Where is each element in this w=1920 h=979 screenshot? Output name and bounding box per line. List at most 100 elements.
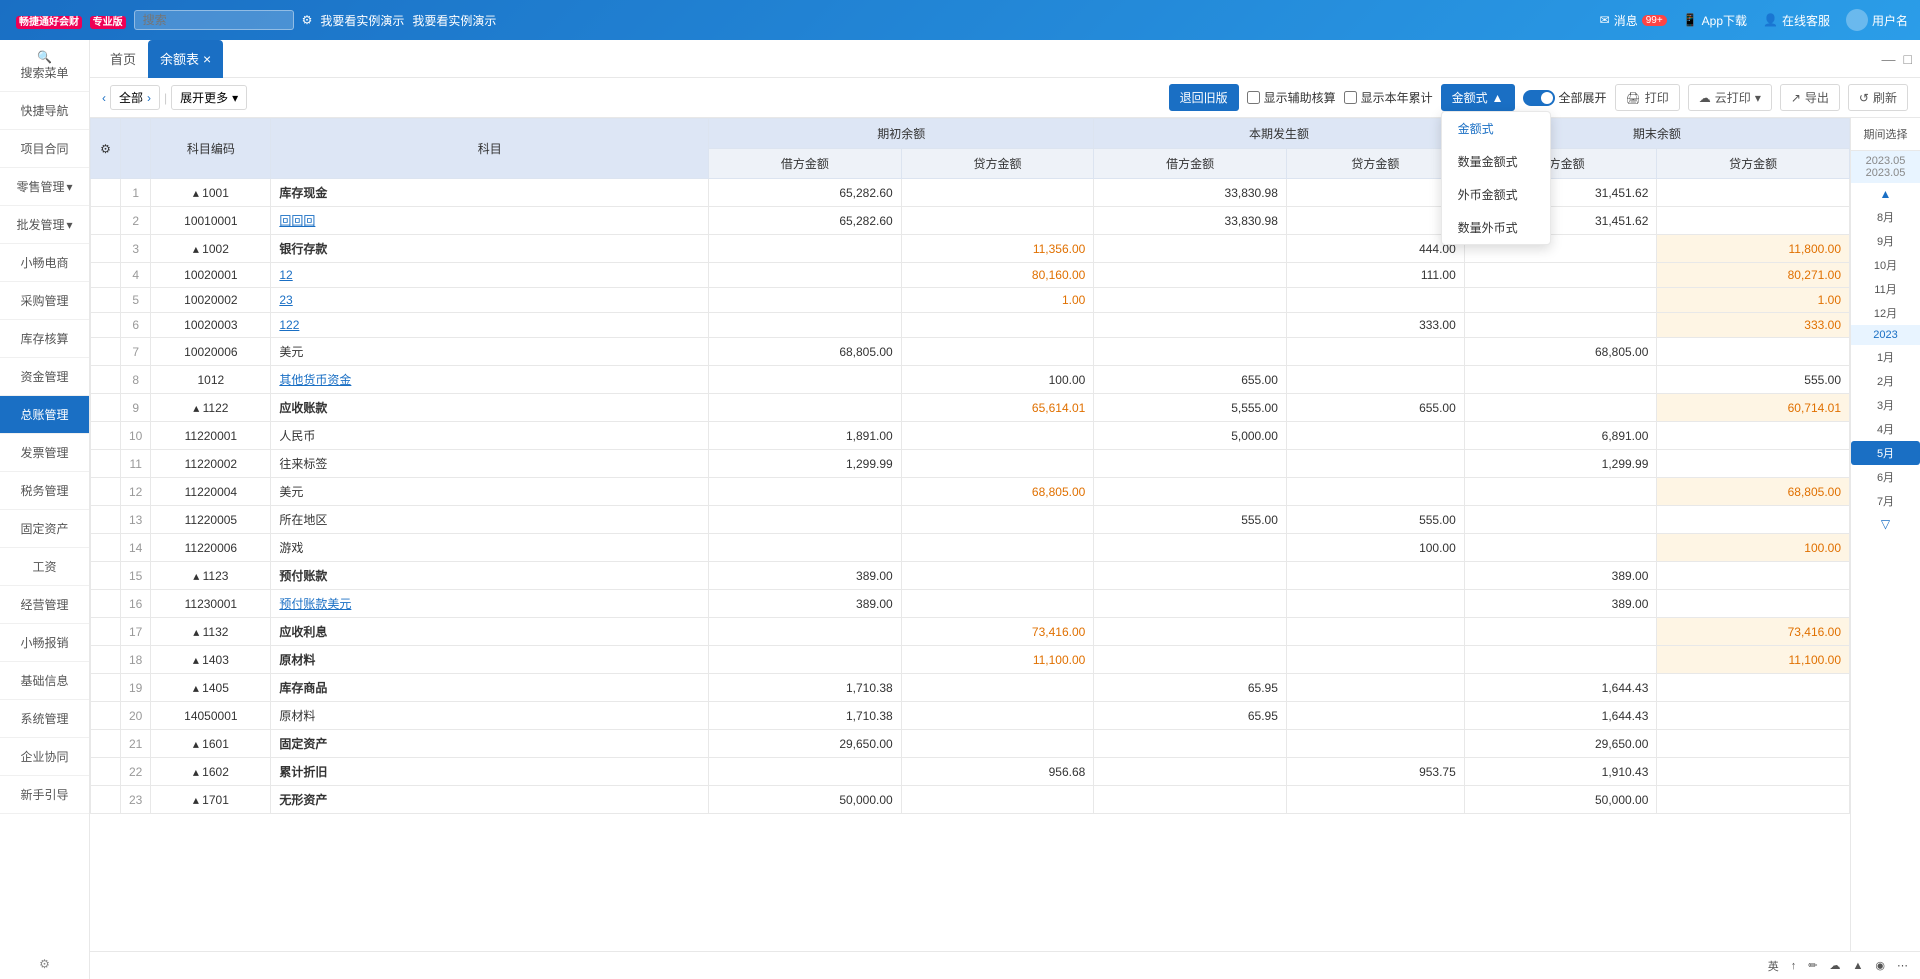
ob-debit-cell: 389.00 bbox=[709, 590, 902, 618]
tab-home[interactable]: 首页 bbox=[98, 40, 148, 78]
sidebar-item-expense[interactable]: 小畅报销 bbox=[0, 624, 89, 662]
sidebar-item-search[interactable]: 🔍 搜索菜单 bbox=[0, 40, 89, 92]
sidebar-item-project[interactable]: 项目合同 bbox=[0, 130, 89, 168]
nav-back-icon[interactable]: ‹ bbox=[102, 91, 106, 105]
curr-credit-cell bbox=[1286, 646, 1464, 674]
account-link[interactable]: 23 bbox=[279, 293, 292, 307]
ob-debit-cell: 1,891.00 bbox=[709, 422, 902, 450]
user-btn[interactable]: 用户名 bbox=[1846, 9, 1908, 31]
table-row: 20 14050001 原材料 1,710.38 65.95 1,644.43 bbox=[91, 702, 1850, 730]
dropdown-item-qty-forex[interactable]: 数量外币式 bbox=[1442, 211, 1550, 244]
date-11[interactable]: 11月 bbox=[1851, 277, 1920, 301]
sidebar-item-inventory[interactable]: 库存核算 bbox=[0, 320, 89, 358]
service-label: 在线客服 bbox=[1782, 12, 1830, 29]
row-settings bbox=[91, 618, 121, 646]
dropdown-item-forex-amount[interactable]: 外币金额式 bbox=[1442, 178, 1550, 211]
sidebar-inventory-label: 库存核算 bbox=[4, 330, 85, 347]
sidebar-item-wholesale[interactable]: 批发管理 ▾ bbox=[0, 206, 89, 244]
sidebar-item-invoice[interactable]: 发票管理 bbox=[0, 434, 89, 472]
date-year-2023[interactable]: 2023 bbox=[1851, 325, 1920, 345]
tab-maximize-btn[interactable]: □ bbox=[1904, 51, 1912, 67]
ob-debit-col-header: 借方金额 bbox=[709, 149, 902, 179]
app-download-btn[interactable]: 📱 App下载 bbox=[1683, 12, 1747, 29]
sidebar-item-purchase[interactable]: 采购管理 bbox=[0, 282, 89, 320]
lang-icon[interactable]: 英 bbox=[1768, 958, 1779, 974]
amount-mode-dropdown[interactable]: 金额式 ▲ 金额式 数量金额式 外币金额式 数量外币式 bbox=[1441, 84, 1515, 111]
refresh-btn[interactable]: ↺ 刷新 bbox=[1848, 84, 1908, 111]
sidebar-item-ledger[interactable]: 总账管理 bbox=[0, 396, 89, 434]
account-name-cell: 库存商品 bbox=[271, 674, 709, 702]
expand-more-btn[interactable]: 展开更多 ▾ bbox=[171, 85, 247, 110]
show-ytd-checkbox[interactable]: 显示本年累计 bbox=[1344, 89, 1433, 106]
date-7[interactable]: 7月 bbox=[1851, 489, 1920, 513]
ob-credit-cell bbox=[901, 313, 1094, 338]
cloud-print-btn[interactable]: ☁ 云打印 ▾ bbox=[1688, 84, 1772, 111]
eb-credit-cell bbox=[1657, 338, 1850, 366]
tab-minimize-btn[interactable]: — bbox=[1882, 51, 1896, 67]
more-icon[interactable]: ⋯ bbox=[1897, 959, 1908, 972]
cloud-sync-icon[interactable]: ☁ bbox=[1830, 959, 1841, 972]
sidebar-item-payroll[interactable]: 工资 bbox=[0, 548, 89, 586]
all-btn[interactable]: 全部 › bbox=[110, 85, 160, 110]
date-8[interactable]: 8月 bbox=[1851, 205, 1920, 229]
sidebar-item-guide[interactable]: 新手引导 bbox=[0, 776, 89, 814]
show-aux-checkbox[interactable]: 显示辅助核算 bbox=[1247, 89, 1336, 106]
tab-close-btn[interactable]: × bbox=[203, 51, 211, 67]
account-code-cell: ▴ 1403 bbox=[151, 646, 271, 674]
sidebar-item-retail[interactable]: 零售管理 ▾ bbox=[0, 168, 89, 206]
eb-credit-cell bbox=[1657, 422, 1850, 450]
date-5[interactable]: 5月 bbox=[1851, 441, 1920, 465]
show-ytd-input[interactable] bbox=[1344, 91, 1357, 104]
account-link[interactable]: 回回回 bbox=[279, 214, 315, 228]
demo-link[interactable]: 我要看实例演示 bbox=[320, 12, 404, 29]
expand-all-toggle[interactable] bbox=[1523, 90, 1555, 106]
sidebar-settings-btn[interactable]: ⚙ bbox=[0, 949, 89, 979]
sidebar-item-system[interactable]: 系统管理 bbox=[0, 700, 89, 738]
date-9[interactable]: 9月 bbox=[1851, 229, 1920, 253]
return-old-btn[interactable]: 退回旧版 bbox=[1169, 84, 1239, 111]
triangle-icon[interactable]: ▲ bbox=[1853, 960, 1864, 972]
row-settings bbox=[91, 313, 121, 338]
account-code-cell: 11220006 bbox=[151, 534, 271, 562]
tab-balance[interactable]: 余额表 × bbox=[148, 40, 223, 78]
sidebar-item-quicknav[interactable]: 快捷导航 bbox=[0, 92, 89, 130]
online-service-btn[interactable]: 👤 在线客服 bbox=[1763, 12, 1830, 29]
account-link[interactable]: 122 bbox=[279, 318, 299, 332]
account-link[interactable]: 12 bbox=[279, 268, 292, 282]
message-btn[interactable]: ✉ 消息 99+ bbox=[1600, 12, 1667, 29]
account-link[interactable]: 其他货币资金 bbox=[279, 373, 351, 387]
date-10[interactable]: 10月 bbox=[1851, 253, 1920, 277]
export-btn[interactable]: ↗ 导出 bbox=[1780, 84, 1840, 111]
circle-icon[interactable]: ◉ bbox=[1875, 959, 1885, 972]
sidebar-item-base[interactable]: 基础信息 bbox=[0, 662, 89, 700]
upload-icon[interactable]: ↑ bbox=[1791, 960, 1797, 972]
date-4[interactable]: 4月 bbox=[1851, 417, 1920, 441]
account-name-cell: 12 bbox=[271, 263, 709, 288]
date-down-nav[interactable]: ▽ bbox=[1851, 513, 1920, 535]
date-2[interactable]: 2月 bbox=[1851, 369, 1920, 393]
settings-icon[interactable]: ⚙ bbox=[302, 13, 313, 27]
date-6[interactable]: 6月 bbox=[1851, 465, 1920, 489]
sidebar-item-ops[interactable]: 经营管理 bbox=[0, 586, 89, 624]
table-row: 13 11220005 所在地区 555.00 555.00 bbox=[91, 506, 1850, 534]
date-12[interactable]: 12月 bbox=[1851, 301, 1920, 325]
table-settings-icon[interactable]: ⚙ bbox=[100, 142, 111, 156]
account-link[interactable]: 预付账款美元 bbox=[279, 597, 351, 611]
sidebar-item-assets[interactable]: 固定资产 bbox=[0, 510, 89, 548]
edit-icon[interactable]: ✏ bbox=[1808, 959, 1817, 972]
date-up-nav[interactable]: ▲ bbox=[1851, 183, 1920, 205]
row-number: 9 bbox=[121, 394, 151, 422]
demo-text[interactable]: 我要看实例演示 bbox=[412, 12, 496, 29]
date-3[interactable]: 3月 bbox=[1851, 393, 1920, 417]
show-aux-input[interactable] bbox=[1247, 91, 1260, 104]
amount-mode-btn[interactable]: 金额式 ▲ bbox=[1441, 84, 1515, 111]
print-btn[interactable]: 🖨 打印 bbox=[1615, 84, 1680, 111]
sidebar-item-tax[interactable]: 税务管理 bbox=[0, 472, 89, 510]
sidebar-item-capital[interactable]: 资金管理 bbox=[0, 358, 89, 396]
sidebar-item-collab[interactable]: 企业协同 bbox=[0, 738, 89, 776]
sidebar-item-ecommerce[interactable]: 小畅电商 bbox=[0, 244, 89, 282]
date-1[interactable]: 1月 bbox=[1851, 345, 1920, 369]
dropdown-item-amount[interactable]: 金额式 bbox=[1442, 112, 1550, 145]
top-search-input[interactable] bbox=[134, 10, 294, 30]
dropdown-item-qty-amount[interactable]: 数量金额式 bbox=[1442, 145, 1550, 178]
